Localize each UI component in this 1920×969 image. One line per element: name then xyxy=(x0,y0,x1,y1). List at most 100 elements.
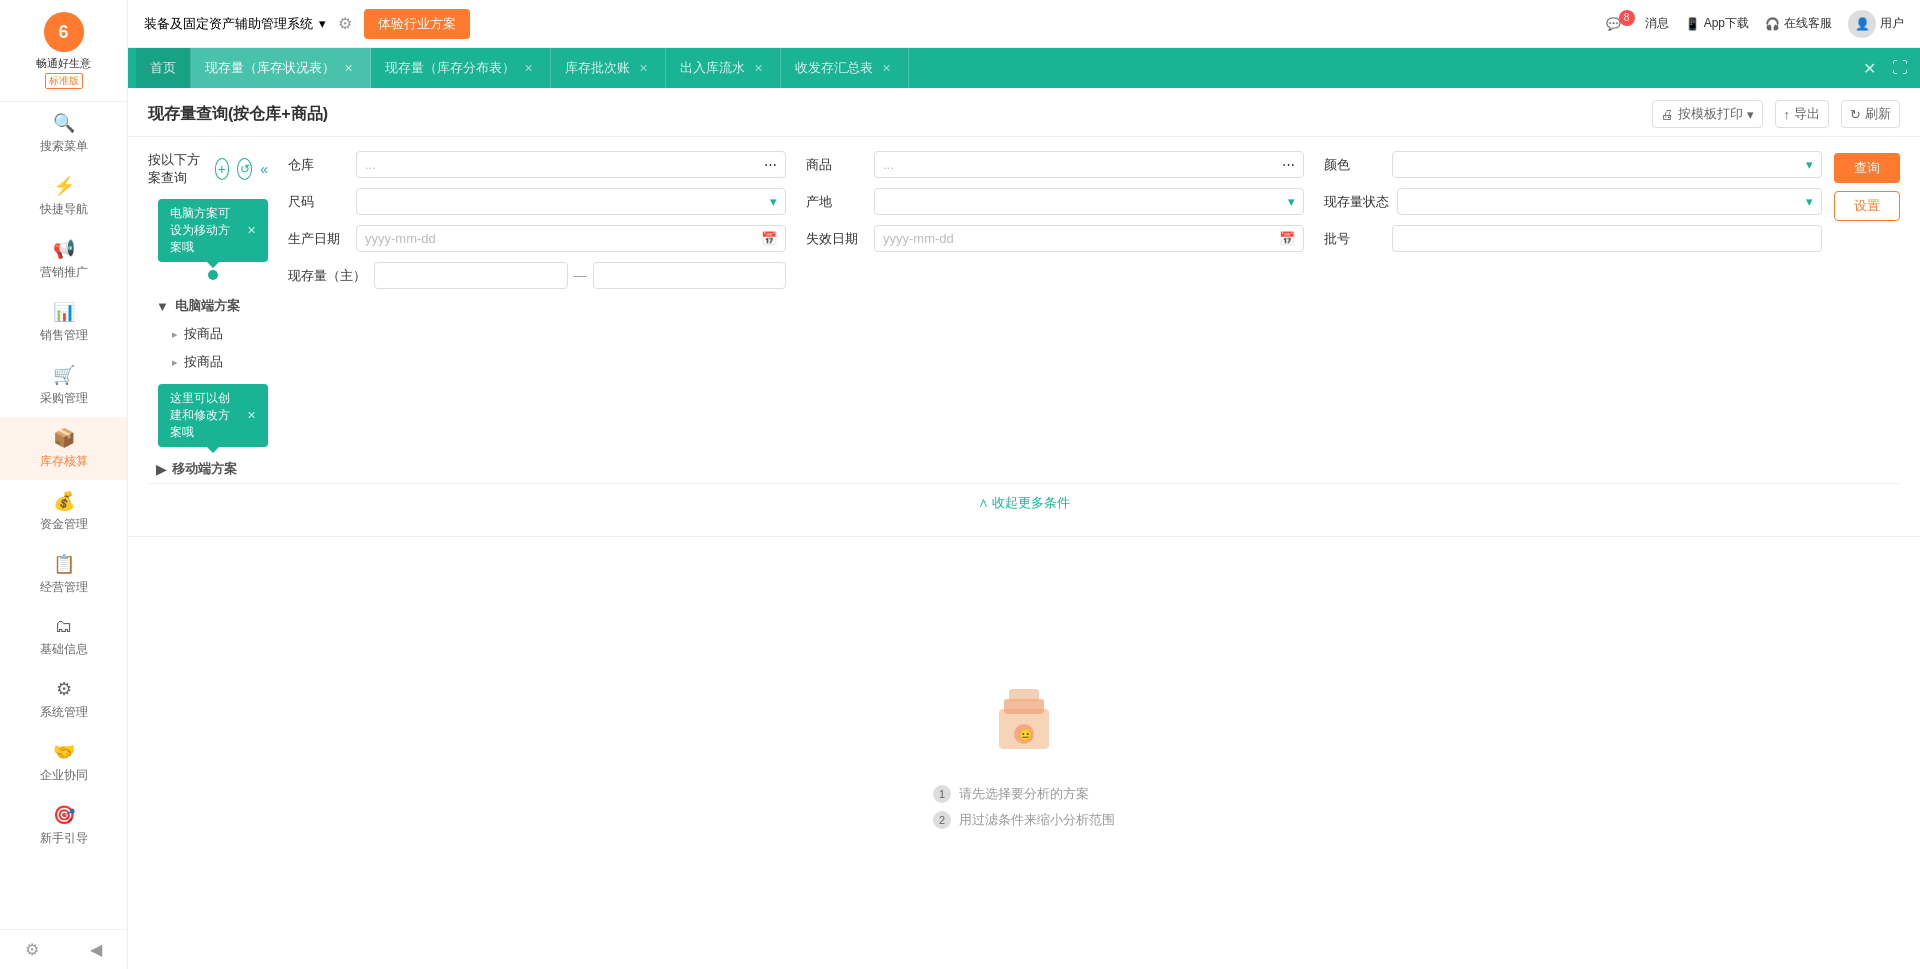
tip-number-2: 2 xyxy=(933,811,951,829)
sidebar-item-purchase[interactable]: 🛒 采购管理 xyxy=(0,354,127,417)
sidebar-item-search[interactable]: 🔍 搜索菜单 xyxy=(0,102,127,165)
batch-filter: 批号 xyxy=(1324,225,1822,252)
collapse-label: 收起更多条件 xyxy=(992,495,1070,510)
empty-tips: 1 请先选择要分析的方案 2 用过滤条件来缩小分析范围 xyxy=(933,785,1115,837)
settings-btn[interactable]: 设置 xyxy=(1834,191,1900,221)
tab-inout[interactable]: 出入库流水 ✕ xyxy=(666,48,781,88)
stock-status-select[interactable]: ▾ xyxy=(1397,188,1822,215)
color-select[interactable]: ▾ xyxy=(1392,151,1822,178)
tab-summary-close[interactable]: ✕ xyxy=(879,61,894,76)
sidebar-settings-btn[interactable]: ⚙ xyxy=(25,940,39,959)
user-label: 用户 xyxy=(1880,15,1904,32)
industry-btn[interactable]: 体验行业方案 xyxy=(364,9,470,39)
sidebar-item-nav[interactable]: ⚡ 快捷导航 xyxy=(0,165,127,228)
topbar-gear-icon[interactable]: ⚙ xyxy=(338,14,352,33)
prod-date-input[interactable]: yyyy-mm-dd 📅 xyxy=(356,225,786,252)
svg-text:😐: 😐 xyxy=(1018,727,1033,742)
tab-summary[interactable]: 收发存汇总表 ✕ xyxy=(781,48,909,88)
expiry-date-label: 失效日期 xyxy=(806,230,866,248)
sidebar-item-collab[interactable]: 🤝 企业协同 xyxy=(0,731,127,794)
stock-qty-min[interactable] xyxy=(374,262,568,289)
topbar-right: 💬 8 消息 📱 App下载 🎧 在线客服 👤 用户 xyxy=(1606,10,1904,38)
print-btn[interactable]: 🖨 按模板打印 ▾ xyxy=(1652,100,1763,128)
sidebar-item-sales[interactable]: 📊 销售管理 xyxy=(0,291,127,354)
size-select[interactable]: ▾ xyxy=(356,188,786,215)
online-service-btn[interactable]: 🎧 在线客服 xyxy=(1765,15,1832,32)
app-logo-icon: 6 xyxy=(44,12,84,52)
plan-item-icon: ▸ xyxy=(172,328,178,341)
sidebar-item-label: 采购管理 xyxy=(40,390,88,407)
filter-add-btn[interactable]: + xyxy=(215,158,230,180)
filter-refresh-btn[interactable]: ↺ xyxy=(237,158,252,180)
warehouse-select[interactable]: ... ⋯ xyxy=(356,151,786,178)
tooltip1-wrapper: 电脑方案可设为移动方案哦 ✕ xyxy=(158,199,268,262)
tabbar-right-actions: ✕ ⛶ xyxy=(1859,55,1912,82)
sidebar-item-label: 新手引导 xyxy=(40,830,88,847)
sidebar-item-basic[interactable]: 🗂 基础信息 xyxy=(0,606,127,668)
tab-stock-dist[interactable]: 现存量（库存分布表） ✕ xyxy=(371,48,551,88)
tabbar-expand-btn[interactable]: ⛶ xyxy=(1888,55,1912,81)
sidebar-item-inventory[interactable]: 📦 库存核算 xyxy=(0,417,127,480)
system-icon: ⚙ xyxy=(56,678,72,700)
expiry-date-calendar-icon: 📅 xyxy=(1279,231,1295,246)
sidebar-item-label: 营销推广 xyxy=(40,264,88,281)
expiry-date-input[interactable]: yyyy-mm-dd 📅 xyxy=(874,225,1304,252)
goods-select[interactable]: ... ⋯ xyxy=(874,151,1304,178)
tab-stock-dist-close[interactable]: ✕ xyxy=(521,61,536,76)
collapse-bar[interactable]: ∧ 收起更多条件 xyxy=(148,483,1900,522)
tip-2-text: 用过滤条件来缩小分析范围 xyxy=(959,811,1115,829)
stock-qty-max[interactable] xyxy=(593,262,787,289)
print-dropdown-icon: ▾ xyxy=(1747,107,1754,122)
sidebar-item-label: 经营管理 xyxy=(40,579,88,596)
system-selector[interactable]: 装备及固定资产辅助管理系统 ▾ xyxy=(144,15,326,33)
tab-stock-status-close[interactable]: ✕ xyxy=(341,61,356,76)
app-download-btn[interactable]: 📱 App下载 xyxy=(1685,15,1749,32)
collapse-icon: ∧ xyxy=(978,495,989,510)
plan-desktop[interactable]: ▼ 电脑端方案 xyxy=(148,292,268,320)
color-dropdown-icon: ▾ xyxy=(1806,157,1813,172)
tooltip1-text: 电脑方案可设为移动方案哦 xyxy=(170,205,241,256)
plan-mobile[interactable]: ▶ 移动端方案 xyxy=(148,455,268,483)
export-btn[interactable]: ↑ 导出 xyxy=(1775,100,1830,128)
message-btn[interactable]: 💬 8 消息 xyxy=(1606,15,1669,32)
origin-select[interactable]: ▾ xyxy=(874,188,1304,215)
tab-batch[interactable]: 库存批次账 ✕ xyxy=(551,48,666,88)
refresh-btn[interactable]: ↻ 刷新 xyxy=(1841,100,1900,128)
batch-input[interactable] xyxy=(1392,225,1822,252)
sidebar-item-system[interactable]: ⚙ 系统管理 xyxy=(0,668,127,731)
sidebar-item-label: 基础信息 xyxy=(40,641,88,658)
sidebar-item-guide[interactable]: 🎯 新手引导 xyxy=(0,794,127,857)
origin-dropdown-icon: ▾ xyxy=(1288,194,1295,209)
user-btn[interactable]: 👤 用户 xyxy=(1848,10,1904,38)
tabbar-close-all-btn[interactable]: ✕ xyxy=(1859,55,1880,82)
prod-date-calendar-icon: 📅 xyxy=(761,231,777,246)
page-header: 现存量查询(按仓库+商品) 🖨 按模板打印 ▾ ↑ 导出 ↻ 刷新 xyxy=(128,88,1920,137)
size-label: 尺码 xyxy=(288,193,348,211)
tooltip2-close-btn[interactable]: ✕ xyxy=(247,409,256,422)
finance-icon: 💰 xyxy=(53,490,75,512)
plan-desktop-item2[interactable]: ▸ 按商品 xyxy=(148,348,268,376)
stock-qty-sep: — xyxy=(574,268,587,283)
stock-status-filter: 现存量状态 ▾ xyxy=(1324,188,1822,215)
stock-qty-range: — xyxy=(374,262,786,289)
tooltip1-close-btn[interactable]: ✕ xyxy=(247,224,256,237)
filter-row1: 仓库 ... ⋯ 商品 ... ⋯ xyxy=(288,151,1822,178)
sidebar-item-marketing[interactable]: 📢 营销推广 xyxy=(0,228,127,291)
search-btn[interactable]: 查询 xyxy=(1834,153,1900,183)
tab-inout-close[interactable]: ✕ xyxy=(751,61,766,76)
user-avatar: 👤 xyxy=(1848,10,1876,38)
filter-back-btn[interactable]: « xyxy=(260,161,268,177)
more-options-icon: ⋯ xyxy=(764,157,777,172)
tab-batch-label: 库存批次账 xyxy=(565,59,630,77)
sidebar-item-finance[interactable]: 💰 资金管理 xyxy=(0,480,127,543)
refresh-label: 刷新 xyxy=(1865,105,1891,123)
plan-desktop-label: 电脑端方案 xyxy=(175,297,240,315)
tab-home[interactable]: 首页 xyxy=(136,48,191,88)
color-filter: 颜色 ▾ xyxy=(1324,151,1822,178)
sidebar-collapse-btn[interactable]: ◀ xyxy=(90,940,102,959)
sidebar-item-management[interactable]: 📋 经营管理 xyxy=(0,543,127,606)
tab-stock-status[interactable]: 现存量（库存状况表） ✕ xyxy=(191,48,371,88)
tab-batch-close[interactable]: ✕ xyxy=(636,61,651,76)
plan-desktop-item1[interactable]: ▸ 按商品 xyxy=(148,320,268,348)
management-icon: 📋 xyxy=(53,553,75,575)
